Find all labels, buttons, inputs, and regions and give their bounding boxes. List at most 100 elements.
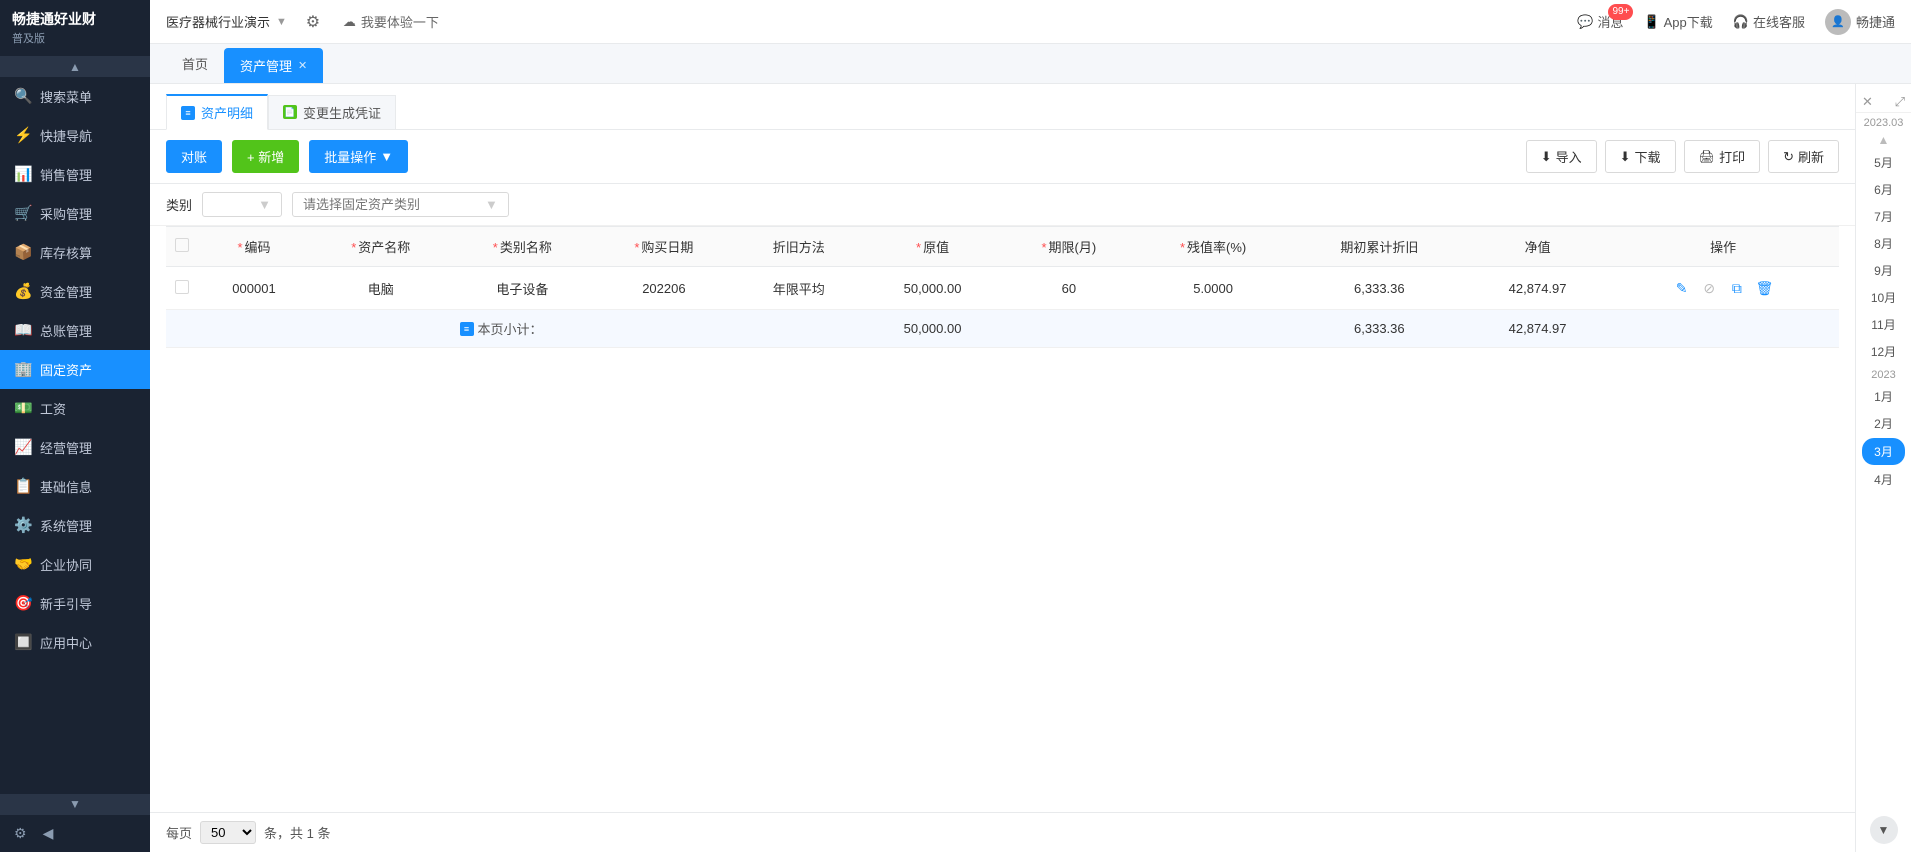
cell-code: 000001 (198, 267, 310, 310)
sidebar-item-quicknav[interactable]: ⚡ 快捷导航 (0, 116, 150, 155)
sidebar-item-search[interactable]: 🔍 搜索菜单 (0, 77, 150, 116)
new-button[interactable]: + 新增 (232, 140, 299, 173)
download-btn-label: 下载 (1635, 147, 1661, 166)
sidebar: 畅捷通好业财 普及版 ▲ 🔍 搜索菜单 ⚡ 快捷导航 📊 销售管理 🛒 采购管理… (0, 0, 150, 852)
sidebar-item-purchase[interactable]: 🛒 采购管理 (0, 194, 150, 233)
list-icon: ≡ (181, 106, 195, 120)
close-panel-icon[interactable]: ✕ (1862, 94, 1873, 110)
col-depreciation-method: 折旧方法 (735, 227, 863, 267)
settings-icon[interactable]: ⚙ (14, 825, 27, 842)
collapse-icon[interactable]: ◀ (43, 825, 54, 842)
panel-down-button[interactable]: ▼ (1870, 816, 1898, 844)
cell-residual-rate: 5.0000 (1136, 267, 1291, 310)
sidebar-item-inventory[interactable]: 📦 库存核算 (0, 233, 150, 272)
delete-button[interactable]: 🗑 (1753, 276, 1777, 300)
category-filter[interactable]: ▼ (202, 192, 282, 217)
topbar: 医疗器械行业演示 ▼ ⚙ ☁ 我要体验一下 💬 消息 99+ 📱 App下载 🎧… (150, 0, 1911, 44)
tab-asset-label: 资产管理 (240, 56, 292, 75)
online-service-button[interactable]: 🎧 在线客服 (1733, 12, 1805, 31)
row-checkbox[interactable] (175, 280, 189, 294)
sidebar-item-ledger[interactable]: 📖 总账管理 (0, 311, 150, 350)
table-header-row: *编码 *资产名称 *类别名称 *购买日期 折旧方法 *原值 *期限(月) *残… (166, 227, 1839, 267)
cell-name: 电脑 (310, 267, 452, 310)
month-12[interactable]: 12月 (1856, 338, 1911, 365)
download-button[interactable]: ⬇ 下载 (1605, 140, 1676, 173)
right-panel-footer: ▼ (1870, 812, 1898, 848)
month-3[interactable]: 3月 (1862, 438, 1905, 465)
app-download-button[interactable]: 📱 App下载 (1643, 12, 1712, 31)
ledger-btn-label: 对账 (181, 147, 207, 166)
toolbar: 对账 + 新增 批量操作 ▼ ⬇ 导入 ⬇ 下载 (150, 130, 1855, 184)
sidebar-item-system[interactable]: ⚙️ 系统管理 (0, 506, 150, 545)
disable-button[interactable]: ⊘ (1697, 276, 1721, 300)
content-area: ≡ 资产明细 📄 变更生成凭证 对账 + 新增 批量操作 ▼ (150, 84, 1911, 852)
chevron-down-icon: ▼ (380, 149, 393, 164)
month-7[interactable]: 7月 (1856, 203, 1911, 230)
month-9[interactable]: 9月 (1856, 257, 1911, 284)
sidebar-item-guide[interactable]: 🎯 新手引导 (0, 584, 150, 623)
sidebar-item-label: 总账管理 (40, 321, 92, 340)
category-input-field[interactable] (303, 197, 479, 212)
sidebar-item-app-center[interactable]: 🔲 应用中心 (0, 623, 150, 662)
sidebar-item-payroll[interactable]: 💵 工资 (0, 389, 150, 428)
month-1[interactable]: 1月 (1856, 383, 1911, 410)
filter-row: 类别 ▼ ▼ (150, 184, 1855, 226)
sidebar-item-label: 企业协同 (40, 555, 92, 574)
company-selector[interactable]: 医疗器械行业演示 ▼ (166, 12, 287, 31)
sidebar-item-enterprise[interactable]: 🤝 企业协同 (0, 545, 150, 584)
edit-button[interactable]: ✎ (1670, 276, 1694, 300)
ledger-button[interactable]: 对账 (166, 140, 222, 173)
tab-asset-management[interactable]: 资产管理 ✕ (224, 48, 323, 83)
inventory-icon: 📦 (14, 243, 32, 261)
sidebar-item-sales[interactable]: 📊 销售管理 (0, 155, 150, 194)
enterprise-icon: 🤝 (14, 555, 32, 573)
cell-original-value: 50,000.00 (863, 267, 1002, 310)
import-button[interactable]: ⬇ 导入 (1526, 140, 1597, 173)
copy-button[interactable]: ⧉ (1725, 276, 1749, 300)
month-8[interactable]: 8月 (1856, 230, 1911, 257)
sidebar-item-finance[interactable]: 💰 资金管理 (0, 272, 150, 311)
chevron-down-icon: ▼ (276, 16, 287, 28)
sidebar-item-label: 新手引导 (40, 594, 92, 613)
month-5[interactable]: 5月 (1856, 149, 1911, 176)
sidebar-bottom: ⚙ ◀ (0, 814, 150, 852)
select-all-header[interactable] (166, 227, 198, 267)
settings-button[interactable]: ⚙ (299, 8, 327, 36)
batch-button[interactable]: 批量操作 ▼ (309, 140, 408, 173)
sidebar-item-operations[interactable]: 📈 经营管理 (0, 428, 150, 467)
messages-button[interactable]: 💬 消息 99+ (1577, 12, 1623, 31)
select-all-checkbox[interactable] (175, 238, 189, 252)
month-11[interactable]: 11月 (1856, 311, 1911, 338)
feedback-button[interactable]: ☁ 我要体验一下 (343, 12, 439, 31)
sub-tab-change-voucher[interactable]: 📄 变更生成凭证 (268, 95, 396, 129)
row-checkbox-cell[interactable] (166, 267, 198, 310)
month-6[interactable]: 6月 (1856, 176, 1911, 203)
sub-tab-asset-detail[interactable]: ≡ 资产明细 (166, 94, 268, 130)
month-4[interactable]: 4月 (1856, 466, 1911, 493)
sidebar-scroll-down[interactable]: ▼ (0, 794, 150, 814)
subtotal-icon: ≡ (460, 322, 474, 336)
month-10[interactable]: 10月 (1856, 284, 1911, 311)
right-panel: ✕ ⤢ 2023.03 ▲ 5月 6月 7月 8月 9月 10月 11月 12月… (1855, 84, 1911, 852)
import-btn-label: 导入 (1556, 147, 1582, 166)
sidebar-item-basic-info[interactable]: 📋 基础信息 (0, 467, 150, 506)
month-2[interactable]: 2月 (1856, 410, 1911, 437)
cell-period: 60 (1002, 267, 1135, 310)
assets-table: *编码 *资产名称 *类别名称 *购买日期 折旧方法 *原值 *期限(月) *残… (166, 226, 1839, 348)
sidebar-item-label: 库存核算 (40, 243, 92, 262)
tab-home[interactable]: 首页 (166, 46, 224, 83)
topbar-right: 💬 消息 99+ 📱 App下载 🎧 在线客服 👤 畅捷通 (1577, 9, 1895, 35)
page-size-select[interactable]: 50 10 20 100 (200, 821, 256, 844)
purchase-icon: 🛒 (14, 204, 32, 222)
tab-close-icon[interactable]: ✕ (298, 59, 307, 72)
sidebar-item-fixed-assets[interactable]: 🏢 固定资产 (0, 350, 150, 389)
expand-panel-icon[interactable]: ⤢ (1895, 94, 1905, 110)
refresh-button[interactable]: ↻ 刷新 (1768, 140, 1839, 173)
print-button[interactable]: 🖨 打印 (1684, 140, 1761, 173)
user-menu[interactable]: 👤 畅捷通 (1825, 9, 1895, 35)
scroll-up-arrow[interactable]: ▲ (1878, 131, 1890, 149)
category-input[interactable]: ▼ (292, 192, 509, 217)
sidebar-scroll-up[interactable]: ▲ (0, 57, 150, 77)
operations-icon: 📈 (14, 438, 32, 456)
refresh-btn-label: 刷新 (1798, 147, 1824, 166)
